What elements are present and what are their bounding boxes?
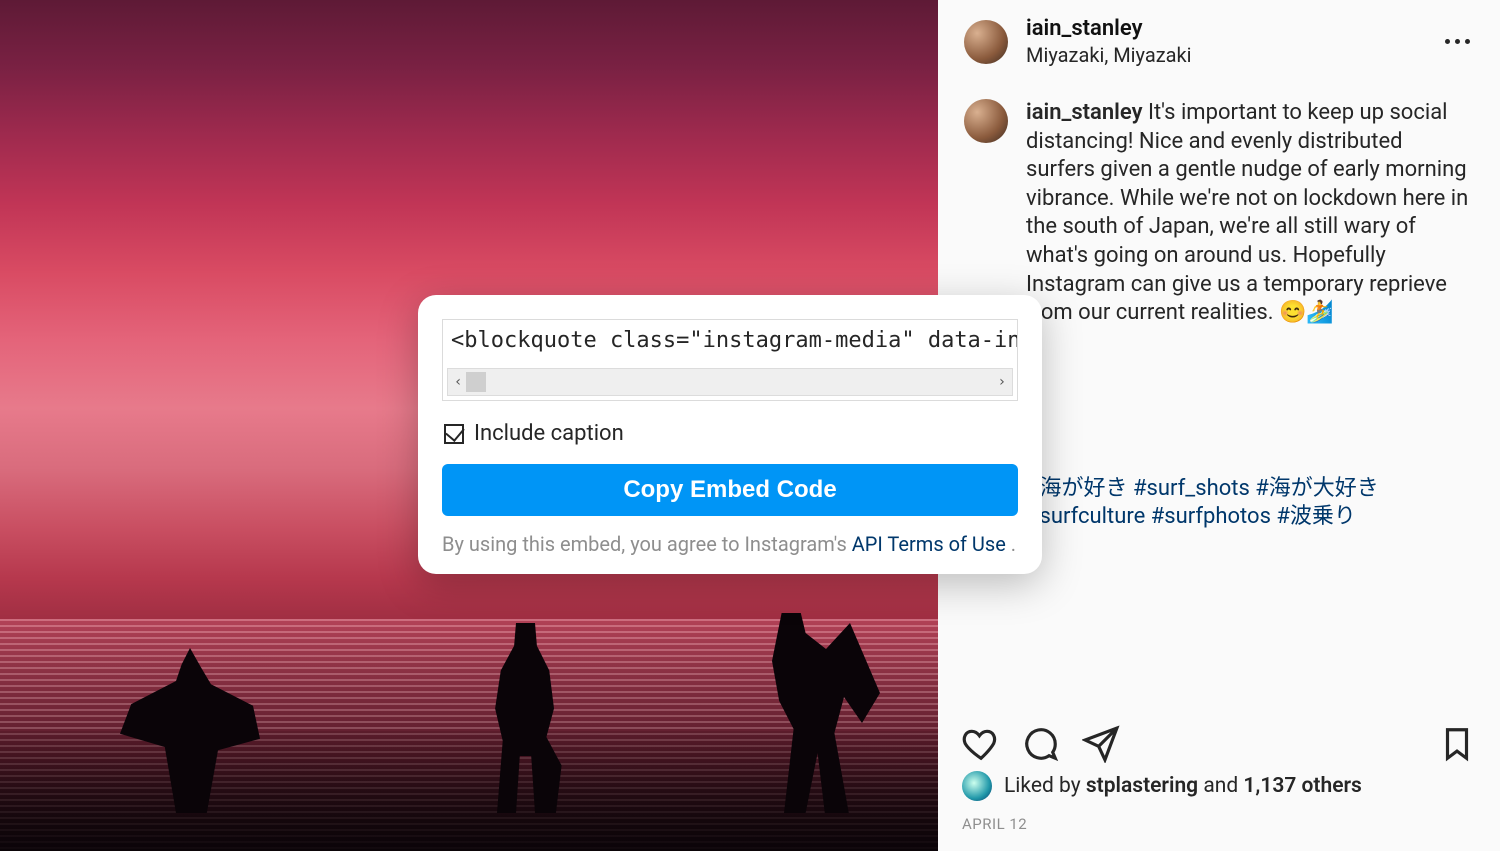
include-caption-row[interactable]: Include caption	[444, 421, 1016, 446]
sep-line: -	[1026, 416, 1474, 445]
terms-prefix: By using this embed, you agree to Instag…	[442, 532, 852, 556]
api-terms-link[interactable]: API Terms of Use	[852, 532, 1006, 556]
likes-and: and	[1198, 774, 1243, 798]
sep-line: -	[1026, 358, 1474, 387]
heart-icon[interactable]	[962, 725, 1000, 763]
post-location[interactable]: Miyazaki, Miyazaki	[1026, 43, 1192, 67]
post-header: iain_stanley Miyazaki, Miyazaki	[938, 0, 1500, 77]
dot-icon	[1455, 39, 1460, 44]
likes-text[interactable]: Liked by stplastering and 1,137 others	[1004, 774, 1362, 798]
sep-line: -	[1026, 444, 1474, 473]
sep-line: -	[1026, 330, 1474, 359]
others-count[interactable]: 1,137 others	[1243, 774, 1361, 798]
share-icon[interactable]	[1082, 725, 1120, 763]
embed-modal: <blockquote class="instagram-media" data…	[418, 295, 1042, 574]
dot-icon	[1465, 39, 1470, 44]
author-meta: iain_stanley Miyazaki, Miyazaki	[1026, 16, 1192, 67]
more-options-button[interactable]	[1435, 29, 1480, 54]
scroll-thumb[interactable]	[466, 372, 486, 392]
instagram-post-view: iain_stanley Miyazaki, Miyazaki iain_sta…	[0, 0, 1500, 851]
caption-separators: - - - - -	[1026, 330, 1474, 473]
caption-text: It's important to keep up social distanc…	[1026, 100, 1468, 325]
terms-suffix: .	[1006, 532, 1016, 556]
likes-row: Liked by stplastering and 1,137 others	[938, 767, 1500, 801]
bookmark-icon[interactable]	[1438, 725, 1476, 763]
include-caption-label: Include caption	[474, 421, 624, 446]
include-caption-checkbox[interactable]	[444, 424, 464, 444]
action-bar	[938, 715, 1500, 767]
post-footer: Liked by stplastering and 1,137 others A…	[938, 715, 1500, 851]
caption-block: iain_stanley It's important to keep up s…	[1026, 99, 1474, 532]
liked-by-user[interactable]: stplastering	[1086, 774, 1198, 798]
dot-icon	[1445, 39, 1450, 44]
embed-scrollbar[interactable]: ‹ ›	[447, 368, 1013, 396]
caption-username[interactable]: iain_stanley	[1026, 100, 1143, 125]
scroll-left-icon[interactable]: ‹	[454, 374, 462, 390]
comment-icon[interactable]	[1022, 725, 1060, 763]
liker-avatar[interactable]	[962, 771, 992, 801]
embed-terms: By using this embed, you agree to Instag…	[442, 532, 1018, 556]
embed-code-box[interactable]: <blockquote class="instagram-media" data…	[442, 319, 1018, 401]
author-avatar-inline[interactable]	[964, 99, 1008, 143]
embed-code-preview[interactable]: <blockquote class="instagram-media" data…	[443, 320, 1017, 361]
post-date: APRIL 12	[938, 801, 1500, 851]
sep-line: -	[1026, 387, 1474, 416]
scroll-right-icon[interactable]: ›	[998, 374, 1006, 390]
post-hashtags[interactable]: #海が好き #surf_shots #海が大好き #surfculture #s…	[1026, 475, 1474, 532]
copy-embed-button[interactable]: Copy Embed Code	[442, 464, 1018, 516]
author-username[interactable]: iain_stanley	[1026, 16, 1192, 41]
likes-prefix: Liked by	[1004, 774, 1086, 798]
post-caption: iain_stanley It's important to keep up s…	[1026, 99, 1474, 328]
author-avatar[interactable]	[964, 20, 1008, 64]
